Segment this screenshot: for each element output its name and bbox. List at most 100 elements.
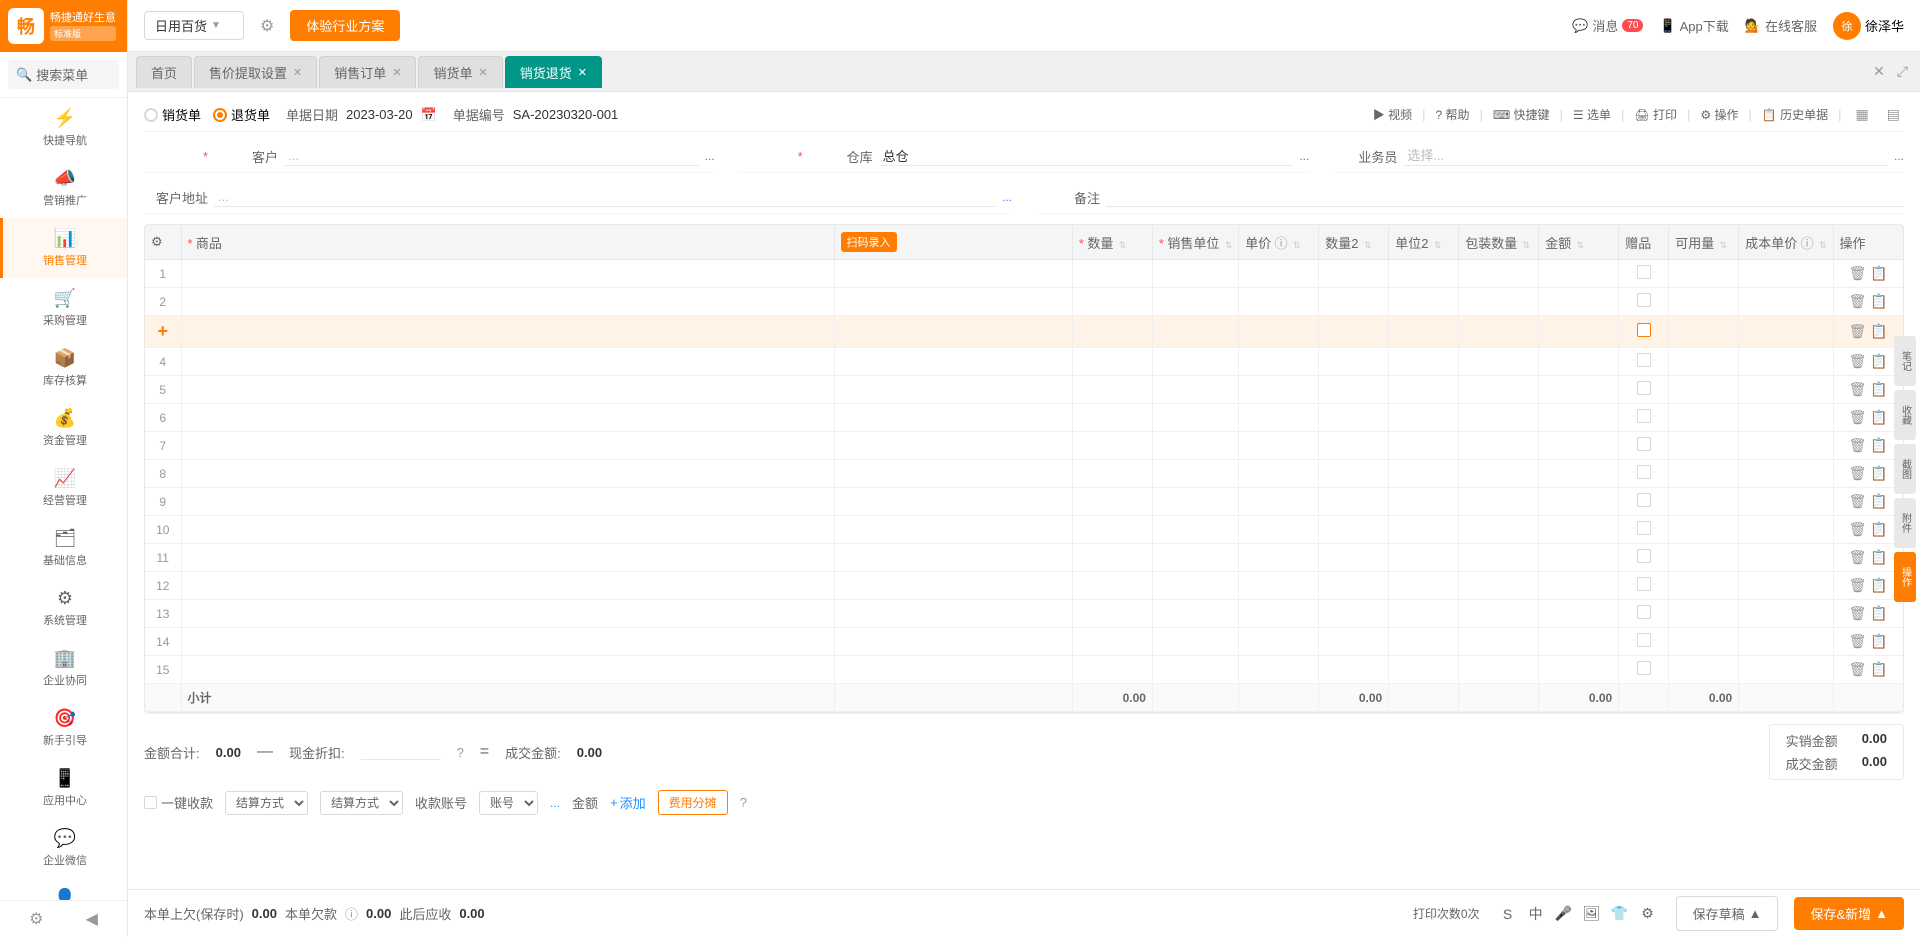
help-btn[interactable]: ? 帮助 <box>1435 106 1469 123</box>
sidebar-item-operations[interactable]: 📈 经营管理 <box>0 458 127 518</box>
bottom-icon-zh[interactable]: 中 <box>1524 902 1548 926</box>
row-delete-btn[interactable]: 🗑 <box>1849 353 1867 370</box>
right-float-main-btn[interactable]: 操作 <box>1894 552 1916 602</box>
tab-sale-delivery-close[interactable]: ✕ <box>479 66 488 79</box>
tab-sale-delivery[interactable]: 销货单 ✕ <box>418 56 502 88</box>
sidebar-item-purchase[interactable]: 🛒 采购管理 <box>0 278 127 338</box>
row-delete-btn[interactable]: 🗑 <box>1849 549 1867 566</box>
row-delete-btn[interactable]: 🗑 <box>1849 577 1867 594</box>
row-delete-btn[interactable]: 🗑 <box>1849 493 1867 510</box>
sidebar-item-sys-mgmt[interactable]: ⚙ 系统管理 <box>0 578 127 638</box>
bottom-icon-settings[interactable]: ⚙ <box>1636 902 1660 926</box>
operation-btn[interactable]: ⚙ 操作 <box>1700 106 1738 123</box>
sidebar-item-newbie[interactable]: 🎯 新手引导 <box>0 698 127 758</box>
row-qty[interactable] <box>1072 260 1152 288</box>
sidebar-item-sales-mgmt[interactable]: 📊 销售管理 <box>0 218 127 278</box>
print-btn[interactable]: 🖨 打印 <box>1634 106 1677 123</box>
save-draft-button[interactable]: 保存草稿 ▲ <box>1676 896 1779 931</box>
tab-sale-price[interactable]: 售价提取设置 ✕ <box>194 56 317 88</box>
row-delete-btn[interactable]: 🗑 <box>1849 605 1867 622</box>
view-grid-btn[interactable]: ▦ <box>1852 104 1873 125</box>
row-delete-btn[interactable]: 🗑 <box>1849 437 1867 454</box>
bottom-icon-mic[interactable]: 🎤 <box>1552 902 1576 926</box>
remark-input[interactable] <box>1106 187 1904 207</box>
bottom-icon-img[interactable]: 🖼 <box>1580 902 1604 926</box>
online-service-button[interactable]: 💁 在线客服 <box>1745 16 1817 35</box>
row-copy-btn[interactable]: 📋 <box>1870 437 1887 454</box>
row-qty2[interactable] <box>1319 260 1389 288</box>
right-float-screen-btn[interactable]: 截图 <box>1894 444 1916 494</box>
row-delete-btn[interactable]: 🗑 <box>1849 409 1867 426</box>
tab-sale-order[interactable]: 销售订单 ✕ <box>319 56 416 88</box>
row-price[interactable] <box>1239 260 1319 288</box>
row-copy-btn[interactable]: 📋 <box>1870 465 1887 482</box>
bottom-icon-s[interactable]: S <box>1496 902 1520 926</box>
gift-checkbox[interactable] <box>1637 353 1651 367</box>
right-float-star-btn[interactable]: 收藏 <box>1894 390 1916 440</box>
gift-checkbox[interactable] <box>1637 549 1651 563</box>
fee-split-button[interactable]: 费用分摊 <box>658 790 728 815</box>
address-input[interactable] <box>214 187 996 207</box>
gift-checkbox[interactable] <box>1637 633 1651 647</box>
radio-return[interactable]: 退货单 <box>213 105 270 124</box>
row-copy-btn[interactable]: 📋 <box>1870 633 1887 650</box>
industry-selector[interactable]: 日用百货 ▼ <box>144 11 244 40</box>
message-button[interactable]: 💬 消息 70 <box>1572 16 1643 35</box>
row-amount[interactable] <box>1539 260 1619 288</box>
row-copy-btn[interactable]: 📋 <box>1870 353 1887 370</box>
radio-delivery[interactable]: 销货单 <box>144 105 201 124</box>
row-copy-btn[interactable]: 📋 <box>1870 293 1887 310</box>
add-row-button[interactable]: + <box>157 321 168 342</box>
row-unit2[interactable] <box>1389 260 1459 288</box>
gift-checkbox[interactable] <box>1637 381 1651 395</box>
tab-close-window-button[interactable]: ✕ <box>1869 61 1889 82</box>
gift-checkbox[interactable] <box>1637 293 1651 307</box>
row-delete-btn[interactable]: 🗑 <box>1849 381 1867 398</box>
staff-picker[interactable]: ... <box>1894 149 1904 163</box>
cash-discount-input[interactable] <box>361 744 441 760</box>
sidebar-item-member[interactable]: 👤 畅会员 <box>0 878 127 900</box>
gift-checkbox[interactable] <box>1637 605 1651 619</box>
tab-expand-button[interactable]: ⤢ <box>1893 61 1912 82</box>
barcode-input-button[interactable]: 扫码录入 <box>841 232 897 252</box>
tab-sale-order-close[interactable]: ✕ <box>392 66 401 79</box>
add-payment-button[interactable]: + 添加 <box>610 793 646 812</box>
history-btn[interactable]: 📋 历史单据 <box>1762 106 1828 123</box>
calc-method-select[interactable]: 结算方式 <box>225 791 308 815</box>
sidebar-item-inventory[interactable]: 📦 库存核算 <box>0 338 127 398</box>
select-btn[interactable]: ☰ 选单 <box>1573 106 1611 123</box>
row-delete-btn[interactable]: 🗑 <box>1849 265 1867 282</box>
row-gift[interactable] <box>1619 260 1669 288</box>
topbar-settings-button[interactable]: ⚙ <box>256 12 278 40</box>
row-copy-btn[interactable]: 📋 <box>1870 265 1887 282</box>
address-picker[interactable]: ... <box>1002 190 1012 204</box>
row-copy-btn[interactable]: 📋 <box>1870 661 1887 678</box>
warehouse-input[interactable] <box>879 146 1294 166</box>
warehouse-picker[interactable]: ... <box>1299 149 1309 163</box>
row-copy-btn[interactable]: 📋 <box>1870 577 1887 594</box>
sidebar-item-enterprise[interactable]: 🏢 企业协同 <box>0 638 127 698</box>
gift-checkbox[interactable] <box>1637 521 1651 535</box>
right-float-attach-btn[interactable]: 附件 <box>1894 498 1916 548</box>
sidebar-item-app-center[interactable]: 📱 应用中心 <box>0 758 127 818</box>
row-pack[interactable] <box>1459 260 1539 288</box>
calendar-icon[interactable]: 📅 <box>421 107 437 123</box>
sidebar-settings-button[interactable]: ⚙ <box>29 909 43 929</box>
row-delete-btn[interactable]: 🗑 <box>1849 293 1867 310</box>
gift-checkbox[interactable] <box>1637 661 1651 675</box>
row-copy-btn[interactable]: 📋 <box>1870 605 1887 622</box>
bottom-icon-shirt[interactable]: 👕 <box>1608 902 1632 926</box>
row-copy-btn[interactable]: 📋 <box>1870 409 1887 426</box>
account-picker[interactable]: ... <box>550 796 560 810</box>
save-new-button[interactable]: 保存&新增 ▲ <box>1794 897 1904 930</box>
row-copy-btn[interactable]: 📋 <box>1870 381 1887 398</box>
gift-checkbox[interactable] <box>1637 493 1651 507</box>
row-delete-btn[interactable]: 🗑 <box>1849 661 1867 678</box>
gift-checkbox[interactable] <box>1637 465 1651 479</box>
sidebar-item-wechat[interactable]: 💬 企业微信 <box>0 818 127 878</box>
row-delete-btn[interactable]: 🗑 <box>1849 633 1867 650</box>
row-available[interactable] <box>1669 260 1739 288</box>
search-menu-button[interactable]: 🔍 搜索菜单 <box>8 60 119 89</box>
account-select[interactable]: 账号 <box>479 791 538 815</box>
row-cost[interactable] <box>1739 260 1833 288</box>
